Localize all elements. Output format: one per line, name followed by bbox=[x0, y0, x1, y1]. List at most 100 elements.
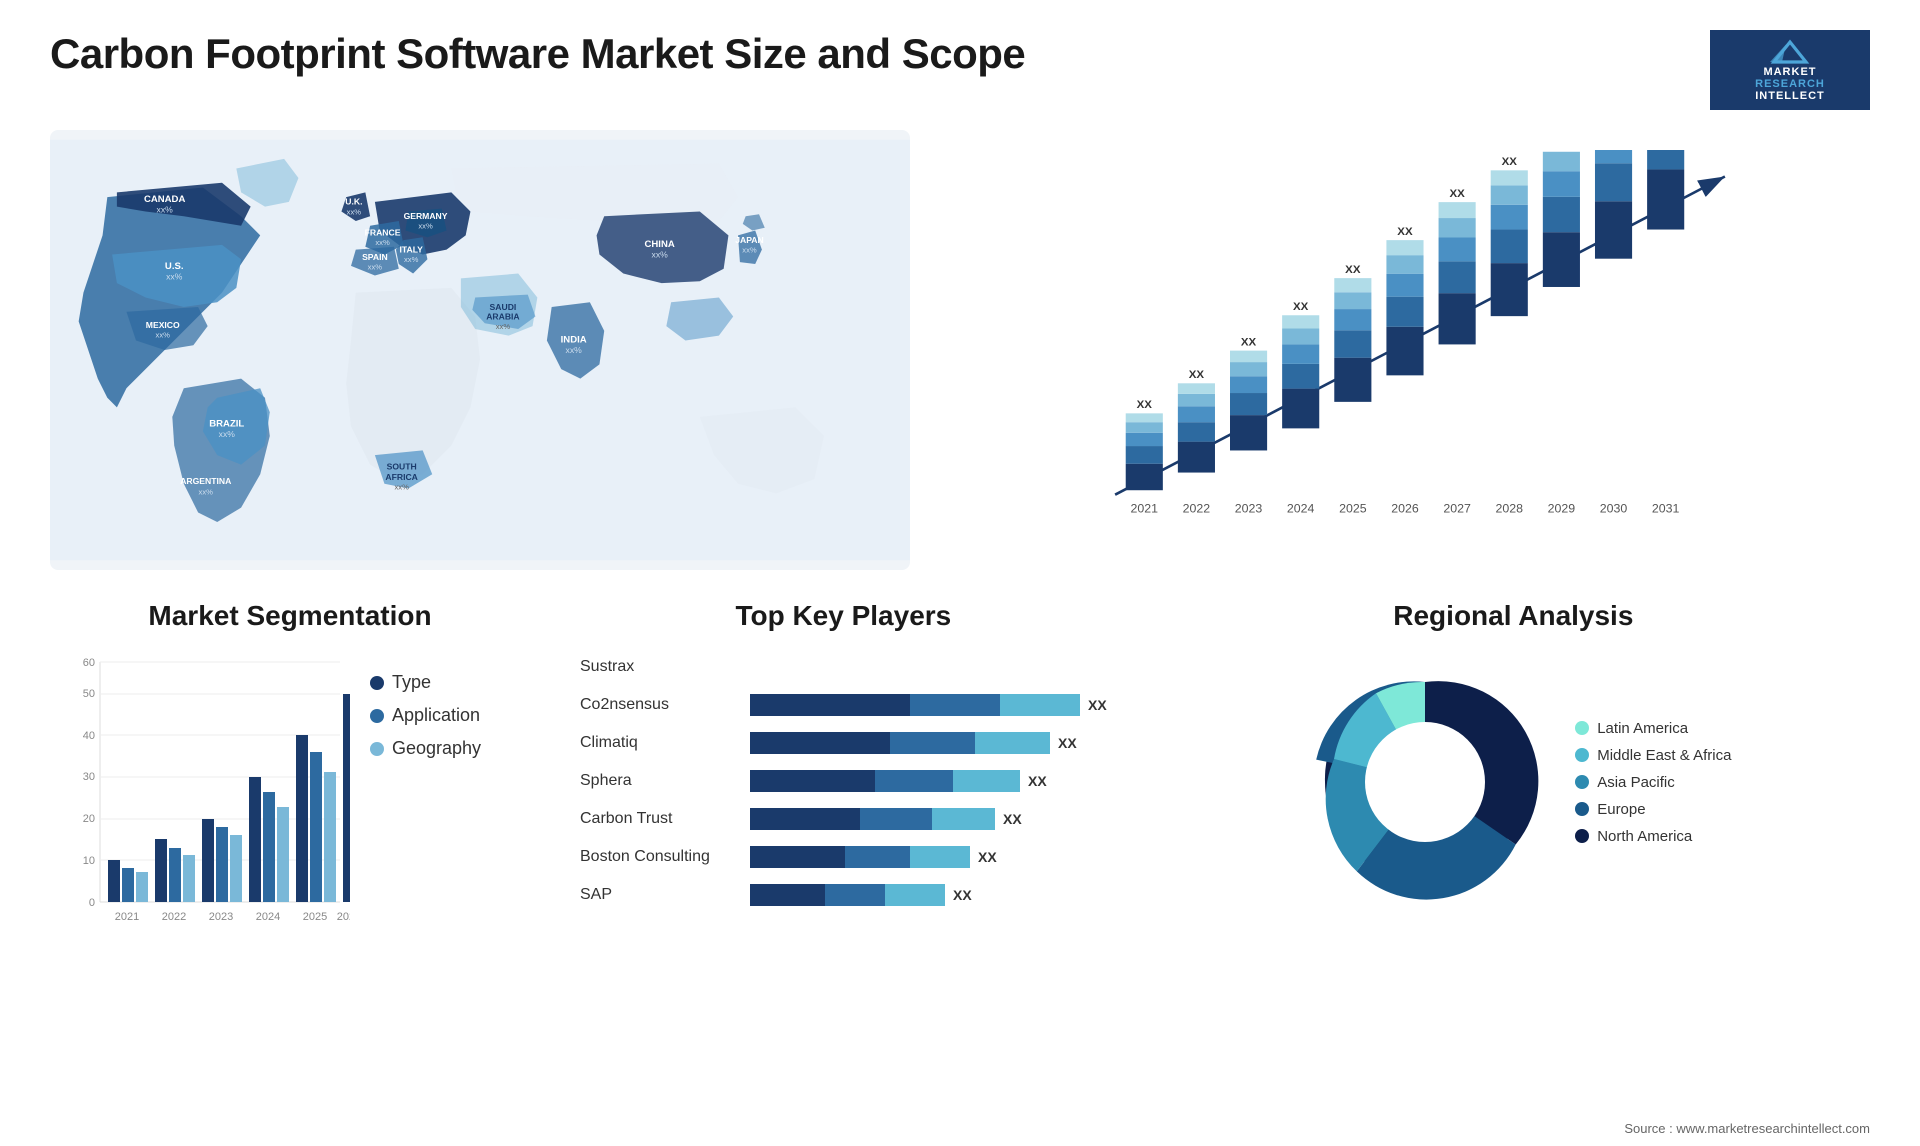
legend-type-dot bbox=[370, 676, 384, 690]
svg-text:CANADA: CANADA bbox=[144, 194, 185, 205]
svg-text:xx%: xx% bbox=[418, 222, 433, 231]
svg-text:ARGENTINA: ARGENTINA bbox=[180, 476, 231, 486]
bar-mid-seg bbox=[910, 694, 1000, 716]
svg-text:2029: 2029 bbox=[1548, 501, 1576, 515]
svg-text:INDIA: INDIA bbox=[561, 334, 587, 345]
svg-text:xx%: xx% bbox=[404, 255, 419, 264]
svg-text:2027: 2027 bbox=[1443, 501, 1471, 515]
label-europe: Europe bbox=[1597, 801, 1645, 818]
bar-sphera: XX bbox=[750, 766, 1107, 796]
bar-dark-seg bbox=[750, 694, 910, 716]
svg-text:2028: 2028 bbox=[1496, 501, 1524, 515]
world-map-svg: CANADA xx% U.S. xx% MEXICO xx% BRAZIL xx… bbox=[50, 130, 910, 570]
header: Carbon Footprint Software Market Size an… bbox=[50, 30, 1870, 110]
dot-north-america bbox=[1575, 829, 1589, 843]
svg-text:2024: 2024 bbox=[256, 911, 280, 923]
svg-text:60: 60 bbox=[83, 657, 95, 669]
svg-text:xx%: xx% bbox=[742, 246, 757, 255]
player-carbon-trust: Carbon Trust bbox=[580, 804, 735, 834]
seg-legend: Type Application Geography bbox=[370, 652, 510, 759]
seg-chart-area: 0 10 20 30 40 50 60 bbox=[70, 652, 510, 957]
legend-geo-label: Geography bbox=[392, 738, 481, 759]
segmentation-container: Market Segmentation 0 bbox=[50, 590, 530, 1030]
bar-light-seg bbox=[1000, 694, 1080, 716]
players-list: Sustrax Co2nsensus Climatiq Sphera Carbo… bbox=[580, 652, 1107, 910]
legend-app-label: Application bbox=[392, 705, 480, 726]
label-asia-pacific: Asia Pacific bbox=[1597, 774, 1675, 791]
logo-text: MARKET RESEARCH INTELLECT bbox=[1755, 66, 1825, 102]
svg-text:xx%: xx% bbox=[166, 271, 183, 281]
seg-svg-container: 0 10 20 30 40 50 60 bbox=[70, 652, 350, 957]
svg-text:XX: XX bbox=[1189, 369, 1205, 381]
svg-text:xx%: xx% bbox=[566, 345, 583, 355]
svg-text:xx%: xx% bbox=[652, 249, 669, 259]
svg-text:2031: 2031 bbox=[1652, 501, 1680, 515]
svg-text:2025: 2025 bbox=[1339, 501, 1367, 515]
bar-carbon-trust: XX bbox=[750, 804, 1107, 834]
player-boston-consulting: Boston Consulting bbox=[580, 842, 735, 872]
bar-boston: XX bbox=[750, 842, 1107, 872]
svg-text:xx%: xx% bbox=[219, 429, 236, 439]
svg-text:2025: 2025 bbox=[303, 911, 327, 923]
svg-text:U.K.: U.K. bbox=[345, 197, 362, 207]
svg-text:2021: 2021 bbox=[115, 911, 139, 923]
svg-text:XX: XX bbox=[1137, 399, 1153, 411]
bar-boston-inner bbox=[750, 846, 970, 868]
svg-text:2030: 2030 bbox=[1600, 501, 1628, 515]
dot-asia-pacific bbox=[1575, 775, 1589, 789]
bar-climatiq-inner bbox=[750, 732, 1050, 754]
svg-text:xx%: xx% bbox=[199, 487, 214, 496]
svg-text:XX: XX bbox=[1502, 156, 1518, 168]
regional-chart: Latin America Middle East & Africa Asia … bbox=[1177, 652, 1850, 912]
legend-geography: Geography bbox=[370, 738, 510, 759]
bottom-section: Market Segmentation 0 bbox=[50, 590, 1870, 1030]
player-co2nsensus: Co2nsensus bbox=[580, 690, 735, 720]
donut-svg bbox=[1295, 652, 1555, 912]
legend-type-label: Type bbox=[392, 672, 431, 693]
svg-text:xx%: xx% bbox=[368, 263, 383, 272]
legend-north-america: North America bbox=[1575, 828, 1731, 845]
svg-text:xx%: xx% bbox=[375, 238, 390, 247]
svg-text:XX: XX bbox=[1241, 336, 1257, 348]
key-players-container: Top Key Players Sustrax Co2nsensus Clima… bbox=[560, 590, 1127, 1030]
regional-container: Regional Analysis bbox=[1157, 590, 1870, 1030]
svg-text:GERMANY: GERMANY bbox=[404, 211, 448, 221]
regional-legend: Latin America Middle East & Africa Asia … bbox=[1575, 720, 1731, 845]
top-section: CANADA xx% U.S. xx% MEXICO xx% BRAZIL xx… bbox=[50, 130, 1870, 570]
svg-text:XX: XX bbox=[1449, 188, 1465, 200]
label-latin-america: Latin America bbox=[1597, 720, 1688, 737]
svg-text:20: 20 bbox=[83, 813, 95, 825]
world-map-container: CANADA xx% U.S. xx% MEXICO xx% BRAZIL xx… bbox=[50, 130, 910, 570]
bar-co2nsensus-inner bbox=[750, 694, 1080, 716]
svg-text:50: 50 bbox=[83, 688, 95, 700]
svg-text:xx%: xx% bbox=[347, 207, 362, 216]
bar-sap: XX bbox=[750, 880, 1107, 910]
legend-europe: Europe bbox=[1575, 801, 1731, 818]
svg-text:2026: 2026 bbox=[1391, 501, 1419, 515]
svg-text:10: 10 bbox=[83, 855, 95, 867]
player-sustrax: Sustrax bbox=[580, 652, 735, 682]
bar-sphera-inner bbox=[750, 770, 1020, 792]
legend-asia-pacific: Asia Pacific bbox=[1575, 774, 1731, 791]
logo-icon bbox=[1765, 38, 1815, 66]
seg-bar-chart: 0 10 20 30 40 50 60 bbox=[70, 652, 350, 952]
svg-text:xx%: xx% bbox=[157, 204, 174, 214]
svg-text:2023: 2023 bbox=[209, 911, 233, 923]
svg-text:xx%: xx% bbox=[156, 331, 171, 340]
svg-text:2022: 2022 bbox=[1183, 501, 1211, 515]
svg-text:ITALY: ITALY bbox=[399, 245, 423, 255]
svg-text:40: 40 bbox=[83, 730, 95, 742]
legend-application: Application bbox=[370, 705, 510, 726]
svg-text:AFRICA: AFRICA bbox=[385, 472, 417, 482]
player-sphera: Sphera bbox=[580, 766, 735, 796]
legend-latin-america: Latin America bbox=[1575, 720, 1731, 737]
legend-app-dot bbox=[370, 709, 384, 723]
svg-text:30: 30 bbox=[83, 771, 95, 783]
logo-area: MARKET RESEARCH INTELLECT bbox=[1710, 30, 1870, 110]
bar-climatiq: XX bbox=[750, 728, 1107, 758]
svg-text:2024: 2024 bbox=[1287, 501, 1315, 515]
svg-text:MEXICO: MEXICO bbox=[146, 320, 180, 330]
svg-text:SPAIN: SPAIN bbox=[362, 252, 388, 262]
svg-text:CHINA: CHINA bbox=[645, 239, 675, 250]
svg-text:2023: 2023 bbox=[1235, 501, 1263, 515]
